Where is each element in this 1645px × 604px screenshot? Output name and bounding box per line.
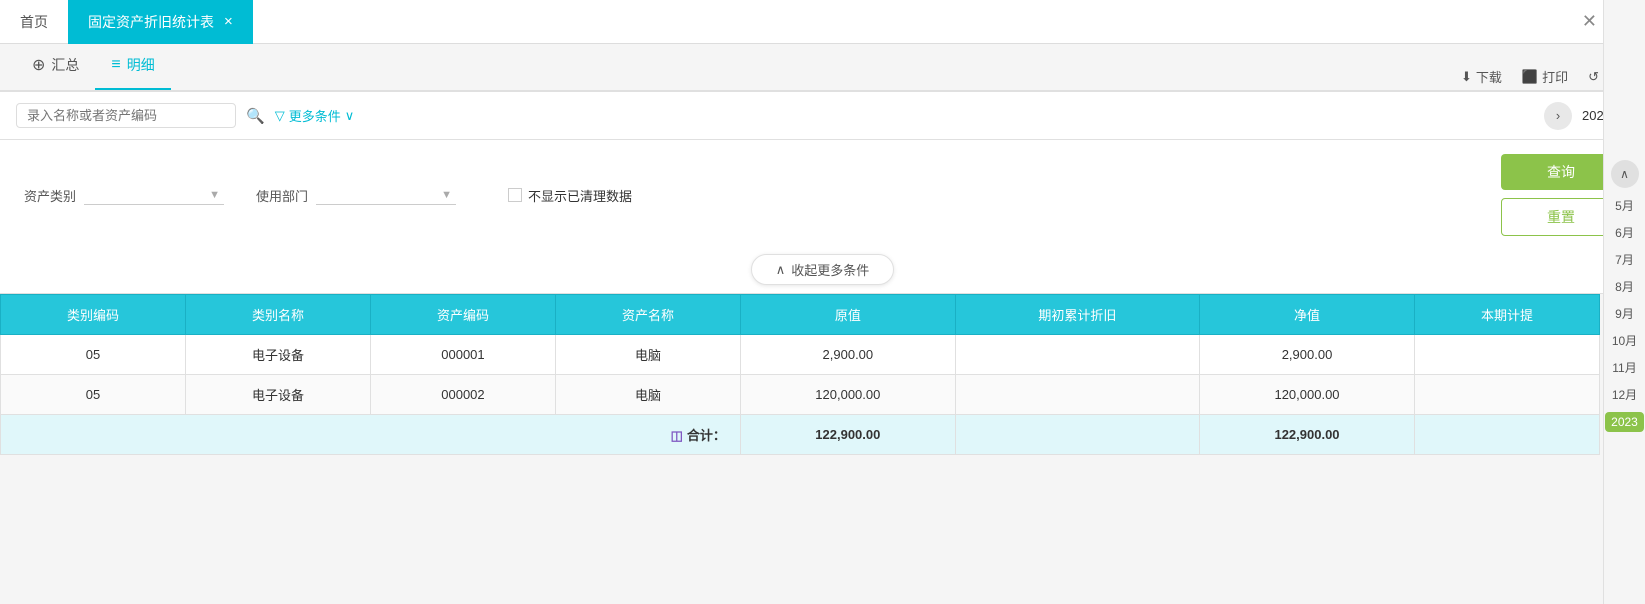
search-icon[interactable]: 🔍 [246, 107, 265, 125]
summary-label: 汇总 [51, 55, 79, 75]
department-select[interactable] [316, 185, 456, 205]
category-filter: 资产类别 ▼ [24, 185, 224, 205]
sidebar-month[interactable]: 8月 [1604, 273, 1645, 300]
sidebar-month[interactable]: 11月 [1604, 354, 1645, 381]
sidebar-month[interactable]: 6月 [1604, 219, 1645, 246]
tab-detail[interactable]: ≡ 明细 [95, 42, 170, 90]
category-select[interactable] [84, 185, 224, 205]
checkbox-area: 不显示已清理数据 [508, 186, 632, 205]
tab-close-icon[interactable]: × [224, 13, 233, 30]
print-icon: ⬛ [1522, 69, 1538, 85]
detail-label: 明细 [127, 55, 155, 75]
category-label: 资产类别 [24, 186, 76, 205]
cleared-data-checkbox[interactable] [508, 188, 522, 202]
home-nav[interactable]: 首页 [0, 12, 68, 32]
filter-label: 更多条件 [289, 106, 341, 125]
active-tab[interactable]: 固定资产折旧统计表 × [68, 0, 253, 44]
table-container: 类别编码类别名称资产编码资产名称原值期初累计折旧净值本期计提 05电子设备000… [0, 294, 1600, 455]
tab-summary[interactable]: ⊕ 汇总 [16, 42, 95, 90]
search-input[interactable] [16, 103, 236, 128]
summary-icon: ⊕ [32, 55, 45, 75]
table-header: 类别名称 [185, 295, 370, 335]
refresh-icon: ↺ [1588, 69, 1599, 85]
sidebar-month[interactable]: 10月 [1604, 327, 1645, 354]
print-btn[interactable]: ⬛ 打印 [1522, 67, 1568, 86]
total-row: ◫合计：122,900.00122,900.00 [1, 415, 1600, 455]
table-row: 05电子设备000002电脑120,000.00120,000.00 [1, 375, 1600, 415]
date-arrow-right[interactable]: › [1544, 102, 1572, 130]
sidebar-month[interactable]: 5月 [1604, 192, 1645, 219]
collapse-icon: ∧ [776, 262, 786, 278]
sidebar-month[interactable]: 7月 [1604, 246, 1645, 273]
download-label: 下载 [1476, 67, 1502, 86]
table-header: 资产名称 [555, 295, 740, 335]
right-sidebar: ∧ 5月6月7月8月9月10月11月12月 2023 [1603, 0, 1645, 604]
download-icon: ⬇ [1461, 69, 1472, 85]
department-filter: 使用部门 ▼ [256, 185, 456, 205]
collapse-label: 收起更多条件 [791, 260, 869, 279]
sidebar-month[interactable]: 12月 [1604, 381, 1645, 408]
tab-title: 固定资产折旧统计表 [88, 12, 214, 32]
filter-icon: ▽ [275, 108, 285, 124]
table-header: 类别编码 [1, 295, 186, 335]
table-header: 资产编码 [370, 295, 555, 335]
print-label: 打印 [1542, 67, 1568, 86]
detail-icon: ≡ [111, 56, 120, 74]
table-header: 净值 [1200, 295, 1415, 335]
sidebar-month[interactable]: 9月 [1604, 300, 1645, 327]
window-close-icon[interactable]: ✕ [1582, 11, 1597, 32]
checkbox-label: 不显示已清理数据 [528, 186, 632, 205]
chevron-down-icon: ∨ [345, 108, 355, 124]
sidebar-up-arrow[interactable]: ∧ [1611, 160, 1639, 188]
table-header: 原值 [740, 295, 955, 335]
table-row: 05电子设备000001电脑2,900.002,900.00 [1, 335, 1600, 375]
collapse-btn[interactable]: ∧ 收起更多条件 [751, 254, 895, 285]
table-header: 本期计提 [1414, 295, 1599, 335]
year-badge[interactable]: 2023 [1605, 412, 1644, 432]
department-label: 使用部门 [256, 186, 308, 205]
table-header: 期初累计折旧 [955, 295, 1199, 335]
filter-btn[interactable]: ▽ 更多条件 ∨ [275, 106, 355, 125]
download-btn[interactable]: ⬇ 下载 [1461, 67, 1502, 86]
